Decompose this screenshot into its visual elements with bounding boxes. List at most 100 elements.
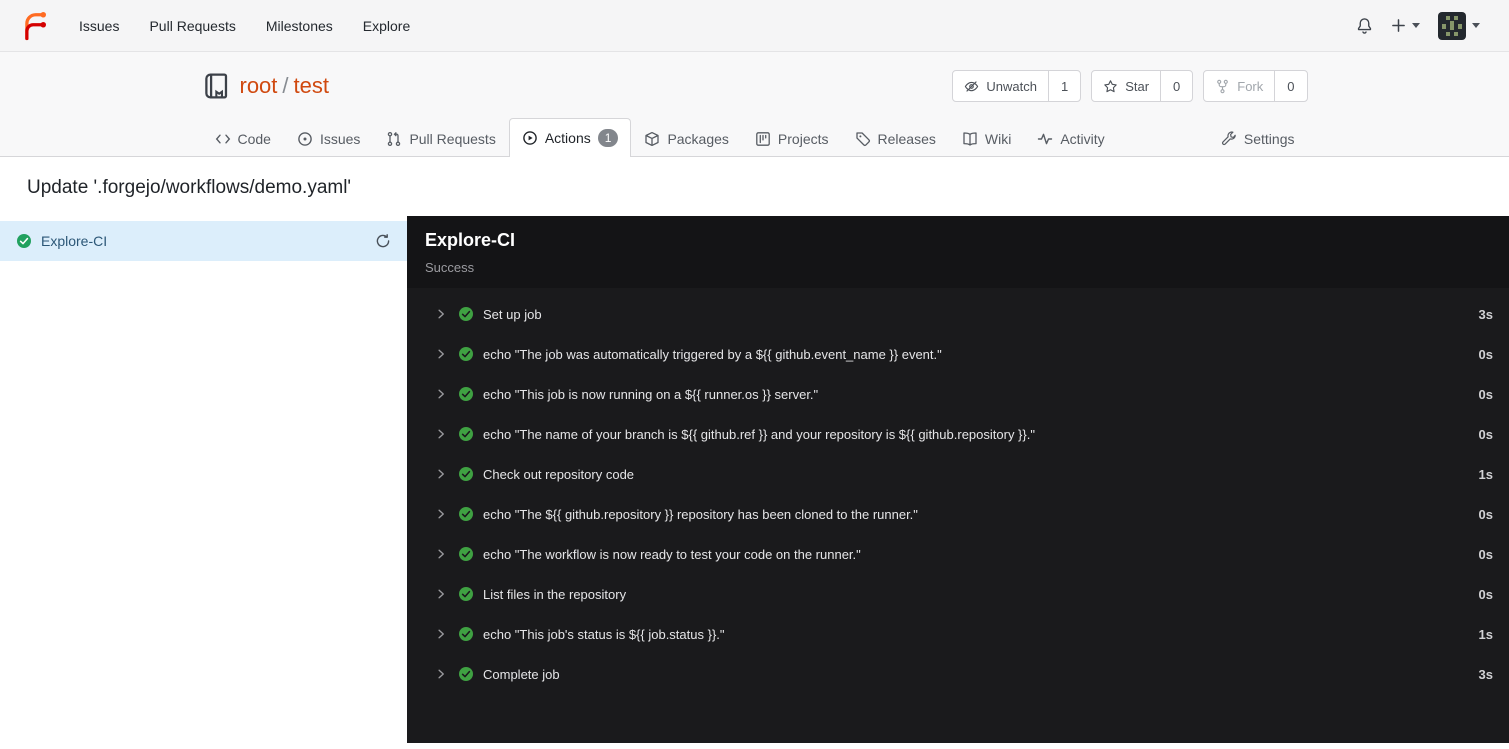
tab-projects[interactable]: Projects [742,120,842,157]
step-row[interactable]: Complete job 3s [407,654,1509,694]
success-check-icon [458,546,474,562]
watch-button-group: Unwatch 1 [952,70,1082,102]
star-label: Star [1125,78,1150,94]
success-check-icon [458,346,474,362]
success-check-icon [458,306,474,322]
notifications-button[interactable] [1347,11,1382,40]
nav-pull-requests[interactable]: Pull Requests [134,10,250,42]
create-new-button[interactable] [1382,12,1429,39]
project-board-icon [755,131,771,147]
tab-label: Issues [319,131,361,147]
step-row[interactable]: echo "The name of your branch is ${{ git… [407,414,1509,454]
forks-count[interactable]: 0 [1275,71,1306,101]
step-row[interactable]: Set up job 3s [407,294,1509,334]
tab-code[interactable]: Code [202,120,284,157]
step-name: echo "The ${{ github.repository }} repos… [483,506,918,522]
forgejo-logo-icon[interactable] [20,11,50,41]
step-name: Check out repository code [483,466,635,482]
chevron-right-icon [435,308,447,320]
user-menu-button[interactable] [1429,6,1489,46]
tab-label: Actions [544,130,591,146]
step-duration: 1s [1478,626,1493,642]
unwatch-label: Unwatch [986,78,1037,94]
eye-off-icon [964,79,979,94]
book-icon [962,131,978,147]
success-check-icon [458,506,474,522]
fork-button-group: Fork 0 [1203,70,1308,102]
step-row[interactable]: List files in the repository 0s [407,574,1509,614]
job-list-item[interactable]: Explore-CI [0,221,407,261]
repo-separator: / [282,73,289,98]
tab-label: Settings [1243,131,1295,147]
watchers-count[interactable]: 1 [1049,71,1080,101]
tools-icon [1221,131,1237,147]
step-duration: 0s [1478,346,1493,362]
run-layout: Explore-CI Explore-CI Success Set up job… [0,216,1509,743]
run-commit-title: Update '.forgejo/workflows/demo.yaml' [27,177,352,198]
step-name: echo "The job was automatically triggere… [483,346,942,362]
chevron-right-icon [435,428,447,440]
tab-pull-requests[interactable]: Pull Requests [373,120,508,157]
actions-count-badge: 1 [597,129,619,147]
tab-wiki[interactable]: Wiki [949,120,1024,157]
tab-packages[interactable]: Packages [631,120,741,157]
step-name: echo "The name of your branch is ${{ git… [483,426,1035,442]
unwatch-button[interactable]: Unwatch [953,71,1049,101]
step-list: Set up job 3s echo "The job was automati… [407,288,1509,694]
stars-count[interactable]: 0 [1161,71,1192,101]
success-check-icon [458,466,474,482]
fork-label: Fork [1237,78,1264,94]
repo-name-link[interactable]: test [294,73,329,99]
bell-icon [1356,17,1373,34]
tab-label: Projects [777,131,829,147]
step-duration: 3s [1478,306,1493,322]
nav-issues[interactable]: Issues [64,10,134,42]
step-duration: 1s [1478,466,1493,482]
repo-action-buttons: Unwatch 1 Star 0 Fork 0 [952,70,1308,102]
step-duration: 3s [1478,666,1493,682]
chevron-right-icon [435,588,447,600]
step-row[interactable]: echo "This job's status is ${{ job.statu… [407,614,1509,654]
tab-issues[interactable]: Issues [284,120,373,157]
rerun-job-icon[interactable] [375,233,391,249]
run-panel-header: Explore-CI Success [407,216,1509,288]
step-duration: 0s [1478,426,1493,442]
star-button[interactable]: Star [1092,71,1162,101]
repo-icon [202,72,230,100]
tab-actions[interactable]: Actions 1 [508,118,632,157]
tab-label: Code [237,131,271,147]
star-button-group: Star 0 [1091,70,1194,102]
top-navbar: Issues Pull Requests Milestones Explore [0,0,1509,52]
run-panel: Explore-CI Success Set up job 3s echo "T… [407,216,1509,743]
repo-header: root / test Unwatch 1 Star 0 Fork 0 Code… [0,52,1509,157]
tab-label: Releases [877,131,936,147]
package-icon [644,131,660,147]
step-row[interactable]: echo "This job is now running on a ${{ r… [407,374,1509,414]
tab-label: Pull Requests [409,131,496,147]
chevron-right-icon [435,468,447,480]
step-duration: 0s [1478,546,1493,562]
tab-label: Packages [667,131,729,147]
tab-releases[interactable]: Releases [842,120,949,157]
caret-down-icon [1472,23,1480,28]
step-row[interactable]: echo "The workflow is now ready to test … [407,534,1509,574]
step-row[interactable]: Check out repository code 1s [407,454,1509,494]
repo-owner-link[interactable]: root [240,73,278,99]
chevron-right-icon [435,388,447,400]
tab-activity[interactable]: Activity [1024,120,1117,157]
chevron-right-icon [435,668,447,680]
fork-button[interactable]: Fork [1204,71,1276,101]
tag-icon [855,131,871,147]
tab-settings[interactable]: Settings [1208,120,1308,157]
success-check-icon [16,233,32,249]
step-duration: 0s [1478,506,1493,522]
star-icon [1103,79,1118,94]
repo-breadcrumb: root / test [240,73,330,99]
step-row[interactable]: echo "The job was automatically triggere… [407,334,1509,374]
code-icon [215,131,231,147]
run-job-name: Explore-CI [425,230,516,250]
nav-milestones[interactable]: Milestones [251,10,348,42]
nav-explore[interactable]: Explore [348,10,425,42]
step-row[interactable]: echo "The ${{ github.repository }} repos… [407,494,1509,534]
chevron-right-icon [435,508,447,520]
